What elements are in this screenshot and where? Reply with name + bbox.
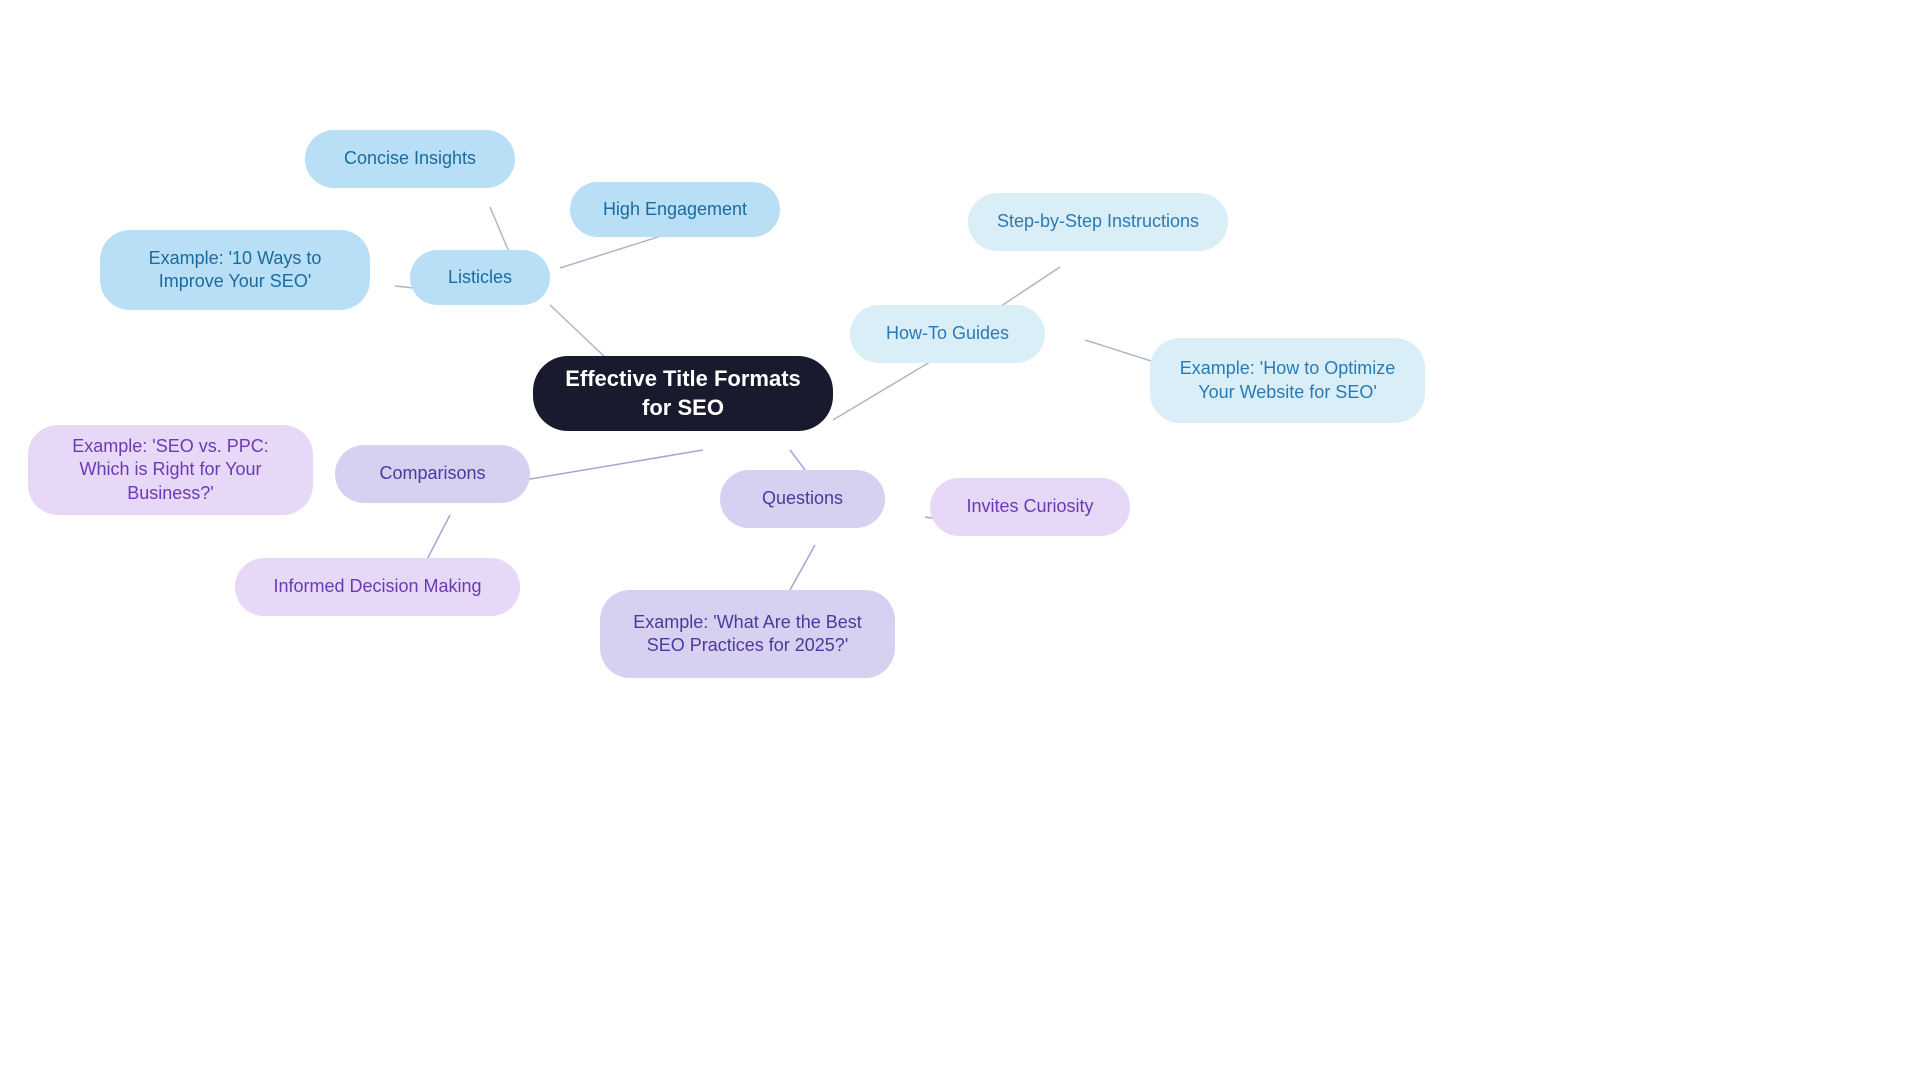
high-engagement-label: High Engagement — [603, 198, 747, 221]
comparisons-node: Comparisons — [335, 445, 530, 503]
example-howto-node: Example: 'How to Optimize Your Website f… — [1150, 338, 1425, 423]
example-10ways-node: Example: '10 Ways to Improve Your SEO' — [100, 230, 370, 310]
questions-node: Questions — [720, 470, 885, 528]
concise-insights-node: Concise Insights — [305, 130, 515, 188]
example-10ways-label: Example: '10 Ways to Improve Your SEO' — [120, 247, 350, 294]
example-bestpractices-label: Example: 'What Are the Best SEO Practice… — [620, 611, 875, 658]
informed-decision-node: Informed Decision Making — [235, 558, 520, 616]
high-engagement-node: High Engagement — [570, 182, 780, 237]
example-bestpractices-node: Example: 'What Are the Best SEO Practice… — [600, 590, 895, 678]
invites-curiosity-label: Invites Curiosity — [966, 495, 1093, 518]
listicles-node: Listicles — [410, 250, 550, 305]
howto-guides-label: How-To Guides — [886, 322, 1009, 345]
example-seoppc-node: Example: 'SEO vs. PPC: Which is Right fo… — [28, 425, 313, 515]
invites-curiosity-node: Invites Curiosity — [930, 478, 1130, 536]
example-seoppc-label: Example: 'SEO vs. PPC: Which is Right fo… — [48, 435, 293, 505]
example-howto-label: Example: 'How to Optimize Your Website f… — [1170, 357, 1405, 404]
center-node: Effective Title Formats for SEO — [533, 356, 833, 431]
concise-insights-label: Concise Insights — [344, 147, 476, 170]
informed-decision-label: Informed Decision Making — [273, 575, 481, 598]
comparisons-label: Comparisons — [379, 462, 485, 485]
questions-label: Questions — [762, 487, 843, 510]
howto-guides-node: How-To Guides — [850, 305, 1045, 363]
stepbystep-label: Step-by-Step Instructions — [997, 210, 1199, 233]
listicles-label: Listicles — [448, 266, 512, 289]
center-label: Effective Title Formats for SEO — [553, 365, 813, 422]
stepbystep-node: Step-by-Step Instructions — [968, 193, 1228, 251]
